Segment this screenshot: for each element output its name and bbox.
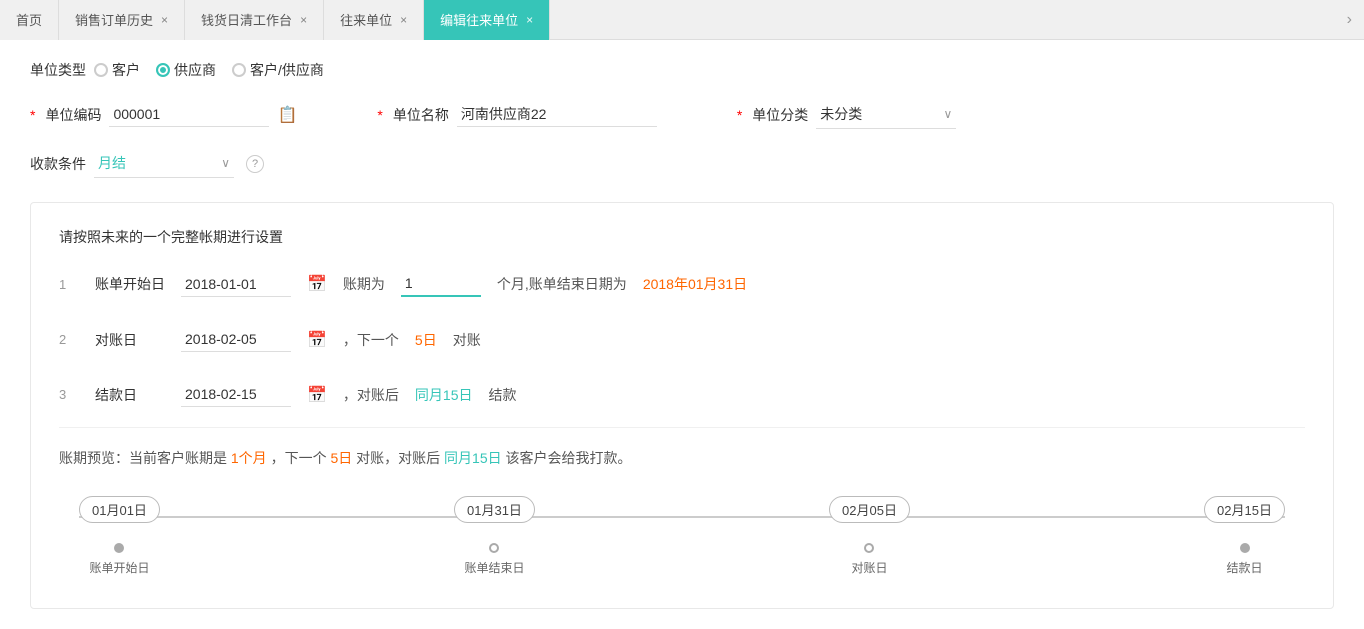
payment-desc-highlight: 同月15日 bbox=[415, 385, 473, 405]
tab-more-arrow[interactable]: › bbox=[1335, 11, 1364, 29]
preview-suffix: 该客户会给我打款。 bbox=[506, 450, 632, 466]
timeline-tag-2: 02月05日 bbox=[829, 496, 910, 523]
period-input[interactable] bbox=[401, 271, 481, 297]
unit-category-value: 未分类 bbox=[820, 104, 939, 124]
tab-edit-partner-label: 编辑往来单位 bbox=[440, 10, 518, 29]
close-icon[interactable]: × bbox=[300, 13, 307, 27]
preview-highlight3: 同月15日 bbox=[444, 450, 502, 466]
chevron-down-icon-payment: ∨ bbox=[221, 156, 230, 170]
tab-partner-unit-label: 往来单位 bbox=[340, 10, 392, 29]
required-star: * bbox=[30, 107, 35, 123]
tab-partner-unit[interactable]: 往来单位 × bbox=[324, 0, 424, 40]
preview-middle2: 对账，对账后 bbox=[356, 450, 440, 466]
radio-both-circle bbox=[232, 63, 246, 77]
reconcile-date-input[interactable] bbox=[181, 327, 291, 352]
timeline-tag-3: 02月15日 bbox=[1204, 496, 1285, 523]
tabs-bar: 首页 销售订单历史 × 钱货日清工作台 × 往来单位 × 编辑往来单位 × › bbox=[0, 0, 1364, 40]
required-star-3: * bbox=[737, 107, 742, 123]
period-label: 账期为 bbox=[343, 274, 385, 294]
unit-category-label: 单位分类 bbox=[752, 105, 808, 125]
tab-sales-order-history-label: 销售订单历史 bbox=[75, 10, 153, 29]
section-title: 请按照未来的一个完整帐期进行设置 bbox=[59, 227, 1305, 247]
tab-edit-partner[interactable]: 编辑往来单位 × bbox=[424, 0, 550, 40]
close-icon[interactable]: × bbox=[400, 13, 407, 27]
unit-name-input[interactable] bbox=[457, 102, 657, 127]
tab-sales-order-history[interactable]: 销售订单历史 × bbox=[59, 0, 185, 40]
row-label-2: 对账日 bbox=[95, 330, 165, 350]
tab-cash-work[interactable]: 钱货日清工作台 × bbox=[185, 0, 324, 40]
payment-terms-label: 收款条件 bbox=[30, 154, 86, 174]
radio-both[interactable]: 客户/供应商 bbox=[232, 60, 324, 80]
row-label-1: 账单开始日 bbox=[95, 274, 165, 294]
preview-section: 账期预览：当前客户账期是 1个月 ，下一个 5日 对账，对账后 同月15日 该客… bbox=[59, 427, 1305, 472]
unit-type-label: 单位类型 bbox=[30, 60, 86, 80]
timeline-sublabel-3: 结款日 bbox=[1227, 559, 1263, 576]
payment-desc-after: 结款 bbox=[489, 385, 517, 405]
tab-home-label: 首页 bbox=[16, 10, 42, 29]
timeline-tag-1: 01月31日 bbox=[454, 496, 535, 523]
unit-name-label: 单位名称 bbox=[393, 105, 449, 125]
row-label-3: 结款日 bbox=[95, 385, 165, 405]
payment-desc-before: ，对账后 bbox=[343, 385, 399, 405]
calendar-icon-2[interactable]: 📅 bbox=[307, 330, 327, 350]
start-date-input[interactable] bbox=[181, 272, 291, 297]
unit-code-input[interactable] bbox=[109, 102, 269, 127]
reconcile-desc-after: 对账 bbox=[453, 330, 481, 350]
radio-customer[interactable]: 客户 bbox=[94, 60, 140, 80]
calendar-icon[interactable]: 📋 bbox=[277, 105, 297, 125]
preview-highlight1: 1个月 bbox=[231, 450, 267, 466]
unit-code-label: 单位编码 bbox=[45, 105, 101, 125]
help-icon[interactable]: ? bbox=[246, 155, 264, 173]
calendar-icon-1[interactable]: 📅 bbox=[307, 274, 327, 294]
radio-supplier-circle bbox=[156, 63, 170, 77]
period-unit: 个月,账单结束日期为 bbox=[497, 274, 627, 294]
period-end-highlight: 2018年01月31日 bbox=[643, 274, 747, 294]
unit-category-select[interactable]: 未分类 ∨ bbox=[816, 100, 956, 129]
radio-supplier-label: 供应商 bbox=[174, 60, 216, 80]
radio-supplier[interactable]: 供应商 bbox=[156, 60, 216, 80]
timeline-sublabel-2: 对账日 bbox=[851, 559, 887, 576]
payment-terms-select[interactable]: 月结 ∨ bbox=[94, 149, 234, 178]
radio-customer-circle bbox=[94, 63, 108, 77]
payment-date-input[interactable] bbox=[181, 382, 291, 407]
radio-customer-label: 客户 bbox=[112, 60, 140, 80]
reconcile-desc-before: ，下一个 bbox=[343, 330, 399, 350]
timeline-tag-0: 01月01日 bbox=[79, 496, 160, 523]
timeline: 01月01日 账单开始日 01月31日 账单结束日 02月05日 对账日 bbox=[59, 488, 1305, 584]
row-num-2: 2 bbox=[59, 332, 79, 347]
row-num-1: 1 bbox=[59, 277, 79, 292]
data-row-3: 3 结款日 📅 ，对账后 同月15日 结款 bbox=[59, 382, 1305, 407]
section-box: 请按照未来的一个完整帐期进行设置 1 账单开始日 📅 账期为 个月,账单结束日期… bbox=[30, 202, 1334, 609]
close-icon[interactable]: × bbox=[526, 13, 533, 27]
required-star-2: * bbox=[377, 107, 382, 123]
payment-terms-value: 月结 bbox=[98, 153, 217, 173]
reconcile-desc-highlight: 5日 bbox=[415, 330, 437, 350]
data-row-1: 1 账单开始日 📅 账期为 个月,账单结束日期为 2018年01月31日 bbox=[59, 271, 1305, 297]
tab-home[interactable]: 首页 bbox=[0, 0, 59, 40]
calendar-icon-3[interactable]: 📅 bbox=[307, 385, 327, 405]
timeline-sublabel-0: 账单开始日 bbox=[89, 559, 149, 576]
preview-highlight2: 5日 bbox=[330, 450, 352, 466]
timeline-sublabel-1: 账单结束日 bbox=[464, 559, 524, 576]
close-icon[interactable]: × bbox=[161, 13, 168, 27]
radio-group: 客户 供应商 客户/供应商 bbox=[94, 60, 324, 80]
tab-cash-work-label: 钱货日清工作台 bbox=[201, 10, 292, 29]
radio-both-label: 客户/供应商 bbox=[250, 60, 324, 80]
preview-prefix: 账期预览：当前客户账期是 bbox=[59, 450, 227, 466]
preview-middle1: ，下一个 bbox=[271, 450, 327, 466]
row-num-3: 3 bbox=[59, 387, 79, 402]
chevron-down-icon: ∨ bbox=[943, 107, 952, 121]
data-row-2: 2 对账日 📅 ，下一个 5日 对账 bbox=[59, 327, 1305, 352]
